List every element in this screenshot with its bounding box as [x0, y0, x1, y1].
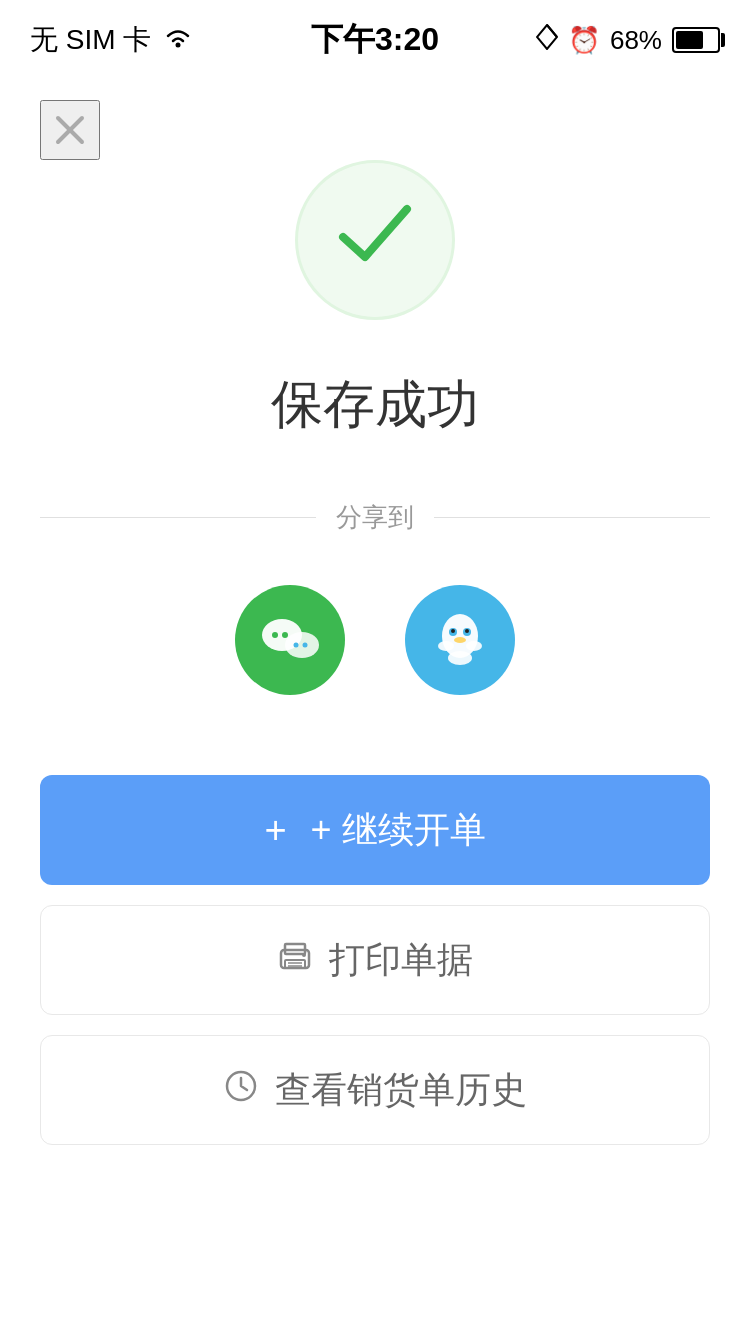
svg-point-15	[451, 629, 455, 633]
share-label: 分享到	[336, 500, 414, 535]
print-label: 打印单据	[329, 936, 473, 985]
history-button[interactable]: 查看销货单历史	[40, 1035, 710, 1145]
main-content: 保存成功 分享到	[0, 80, 750, 1145]
status-time: 下午3:20	[311, 18, 439, 62]
svg-point-5	[272, 632, 278, 638]
svg-point-8	[302, 642, 307, 647]
location-icon	[536, 24, 558, 57]
wifi-icon	[163, 24, 193, 56]
share-divider: 分享到	[40, 500, 710, 535]
svg-point-7	[293, 642, 298, 647]
divider-right	[434, 517, 710, 518]
success-section: 保存成功 分享到	[40, 80, 710, 1145]
action-buttons: + + 继续开单 打印单据	[40, 775, 710, 1145]
share-icons-container	[40, 585, 710, 695]
print-icon	[277, 938, 313, 983]
qq-share-button[interactable]	[405, 585, 515, 695]
share-section: 分享到	[40, 500, 710, 1145]
status-left: 无 SIM 卡	[30, 21, 193, 59]
svg-point-11	[466, 641, 482, 651]
svg-point-4	[285, 632, 319, 658]
svg-point-17	[454, 637, 466, 643]
svg-point-6	[282, 632, 288, 638]
success-circle	[295, 160, 455, 320]
continue-label: + 继续开单	[311, 806, 486, 855]
wechat-share-button[interactable]	[235, 585, 345, 695]
status-right: ⏰ 68%	[536, 24, 720, 57]
alarm-icon: ⏰	[568, 25, 600, 56]
checkmark-icon	[335, 199, 415, 282]
continue-button[interactable]: + + 继续开单	[40, 775, 710, 885]
carrier-text: 无 SIM 卡	[30, 21, 151, 59]
success-title: 保存成功	[271, 370, 479, 440]
svg-point-0	[176, 43, 181, 48]
history-label: 查看销货单历史	[275, 1066, 527, 1115]
svg-point-23	[302, 953, 306, 957]
divider-left	[40, 517, 316, 518]
battery-percent: 68%	[610, 25, 662, 56]
continue-icon: +	[264, 809, 286, 852]
close-button[interactable]	[40, 100, 100, 160]
history-icon	[223, 1068, 259, 1113]
svg-point-10	[438, 641, 454, 651]
print-button[interactable]: 打印单据	[40, 905, 710, 1015]
svg-point-16	[465, 629, 469, 633]
battery-indicator	[672, 27, 720, 53]
status-bar: 无 SIM 卡 下午3:20 ⏰ 68%	[0, 0, 750, 80]
svg-point-12	[448, 651, 472, 665]
